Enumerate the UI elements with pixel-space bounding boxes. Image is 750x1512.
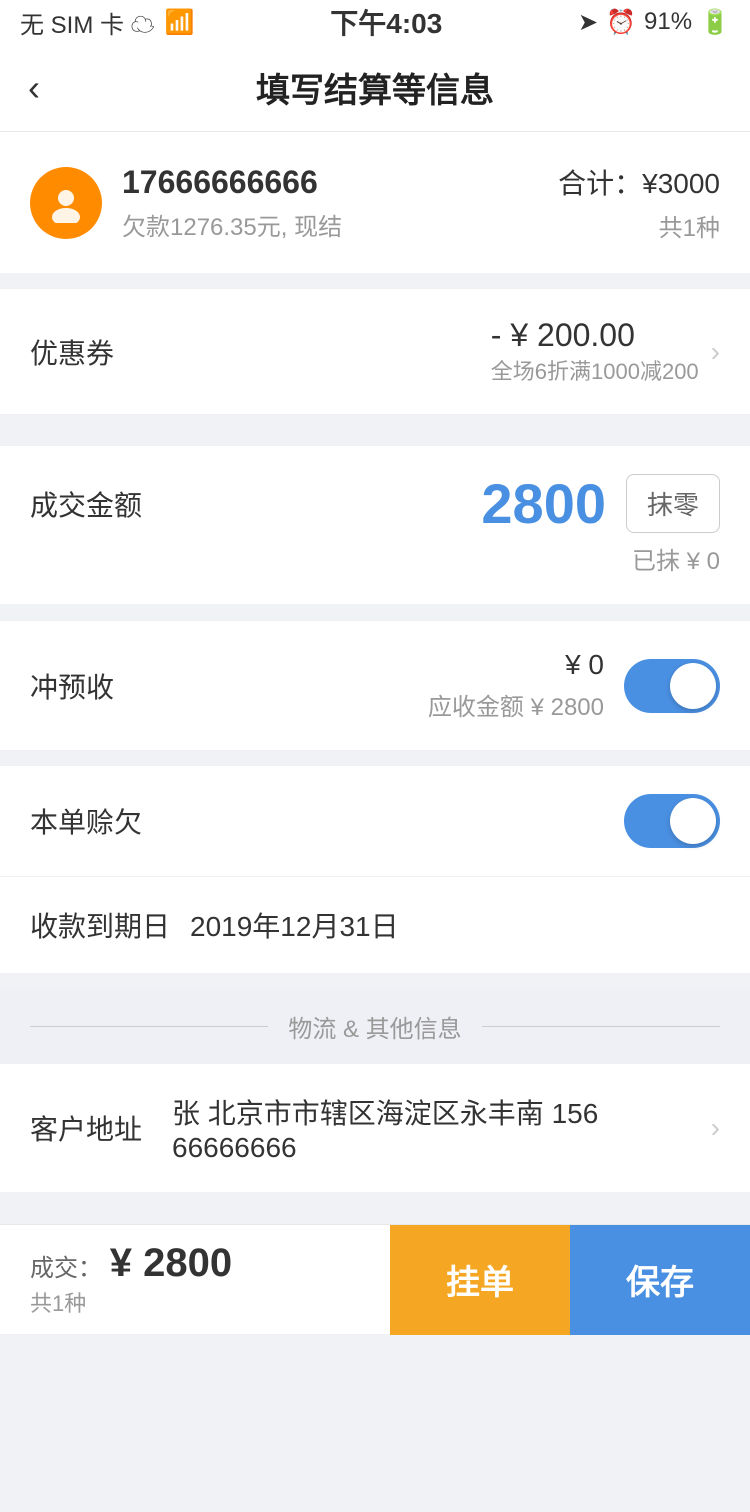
user-right: 合计：¥3000 共1种 [558, 162, 720, 243]
user-debt-info: 欠款1276.35元, 现结 [122, 207, 342, 242]
deal-amount-section: 成交金额 2800 抹零 已抹 ¥ 0 [0, 446, 750, 604]
hold-button[interactable]: 挂单 [390, 1225, 570, 1335]
no-sim-label: 无 SIM 卡 ☁ [20, 5, 155, 40]
logistics-divider: 物流 & 其他信息 [0, 989, 750, 1064]
user-card: 17666666666 欠款1276.35元, 现结 合计：¥3000 共1种 [0, 132, 750, 273]
deal-amount-right: 2800 抹零 [481, 474, 720, 533]
chong-yu-shou-toggle[interactable] [624, 659, 720, 713]
chevron-right-icon: › [711, 336, 720, 368]
address-row[interactable]: 客户地址 张 北京市市辖区海淀区永丰南 156 66666666 › [0, 1064, 750, 1192]
deal-amount-row: 成交金额 2800 抹零 [30, 474, 720, 533]
bottom-deal-row: 成交： ¥ 2800 [30, 1241, 360, 1286]
bottom-bar: 成交： ¥ 2800 共1种 挂单 保存 [0, 1224, 750, 1334]
deal-amount-value: 2800 [481, 476, 606, 532]
logistics-text: 物流 & 其他信息 [288, 1009, 461, 1044]
nav-bar: ‹ 填写结算等信息 [0, 44, 750, 132]
due-date-row: 收款到期日 2019年12月31日 [0, 876, 750, 973]
user-info: 17666666666 欠款1276.35元, 现结 [122, 164, 342, 242]
charge-values: ¥ 0 应收金额 ¥ 2800 [428, 649, 604, 722]
address-chevron-icon: › [711, 1112, 720, 1144]
user-left: 17666666666 欠款1276.35元, 现结 [30, 164, 342, 242]
battery-icon: 🔋 [700, 8, 730, 37]
address-value: 张 北京市市辖区海淀区永丰南 156 66666666 [172, 1092, 711, 1164]
deal-amount-sub: 已抹 ¥ 0 [30, 541, 720, 576]
coupon-row[interactable]: 优惠券 - ¥ 200.00 全场6折满1000减200 › [0, 289, 750, 414]
charge-right: ¥ 0 应收金额 ¥ 2800 [428, 649, 720, 722]
wifi-icon: 📶 [165, 8, 195, 37]
address-label: 客户地址 [30, 1108, 142, 1148]
coupon-amount: - ¥ 200.00 [491, 317, 699, 354]
bottom-count: 共1种 [30, 1286, 360, 1318]
charge-row: 冲预收 ¥ 0 应收金额 ¥ 2800 [0, 620, 750, 750]
coupon-label: 优惠券 [30, 332, 114, 372]
charge-amount: ¥ 0 [428, 649, 604, 681]
avatar [30, 167, 102, 239]
page-title: 填写结算等信息 [256, 63, 494, 112]
alarm-icon: ⏰ [606, 8, 636, 37]
ben-dan-she-qian-toggle[interactable] [624, 794, 720, 848]
coupon-right: - ¥ 200.00 全场6折满1000减200 › [491, 317, 720, 386]
due-date-value: 2019年12月31日 [190, 905, 399, 945]
status-time: 下午4:03 [330, 2, 442, 42]
ben-dan-she-qian-row: 本单赊欠 [0, 766, 750, 876]
deal-amount-label: 成交金额 [30, 484, 142, 524]
logistics-line-right [482, 1026, 720, 1027]
logistics-line-left [30, 1026, 268, 1027]
round-button[interactable]: 抹零 [626, 474, 720, 533]
status-bar: 无 SIM 卡 ☁ 📶 下午4:03 ➤ ⏰ 91% 🔋 [0, 0, 750, 44]
coupon-description: 全场6折满1000减200 [491, 354, 699, 386]
ben-dan-she-qian-label: 本单赊欠 [30, 801, 142, 841]
bottom-summary: 成交： ¥ 2800 共1种 [0, 1241, 390, 1318]
bottom-deal-label: 成交： [30, 1255, 102, 1282]
status-left: 无 SIM 卡 ☁ 📶 [20, 5, 195, 40]
status-right: ➤ ⏰ 91% 🔋 [578, 8, 730, 37]
gray-divider-1 [0, 430, 750, 446]
save-button[interactable]: 保存 [570, 1225, 750, 1335]
charge-sub: 应收金额 ¥ 2800 [428, 687, 604, 722]
back-button[interactable]: ‹ [28, 67, 40, 109]
charge-label: 冲预收 [30, 666, 114, 706]
location-icon: ➤ [578, 8, 598, 37]
user-phone: 17666666666 [122, 164, 342, 201]
user-total: 合计：¥3000 [558, 162, 720, 202]
battery-label: 91% [644, 8, 692, 36]
gray-divider-2 [0, 750, 750, 766]
user-count: 共1种 [558, 208, 720, 243]
due-date-label: 收款到期日 [30, 905, 170, 945]
bottom-deal-amount: ¥ 2800 [110, 1241, 232, 1285]
gray-divider-3 [0, 973, 750, 989]
